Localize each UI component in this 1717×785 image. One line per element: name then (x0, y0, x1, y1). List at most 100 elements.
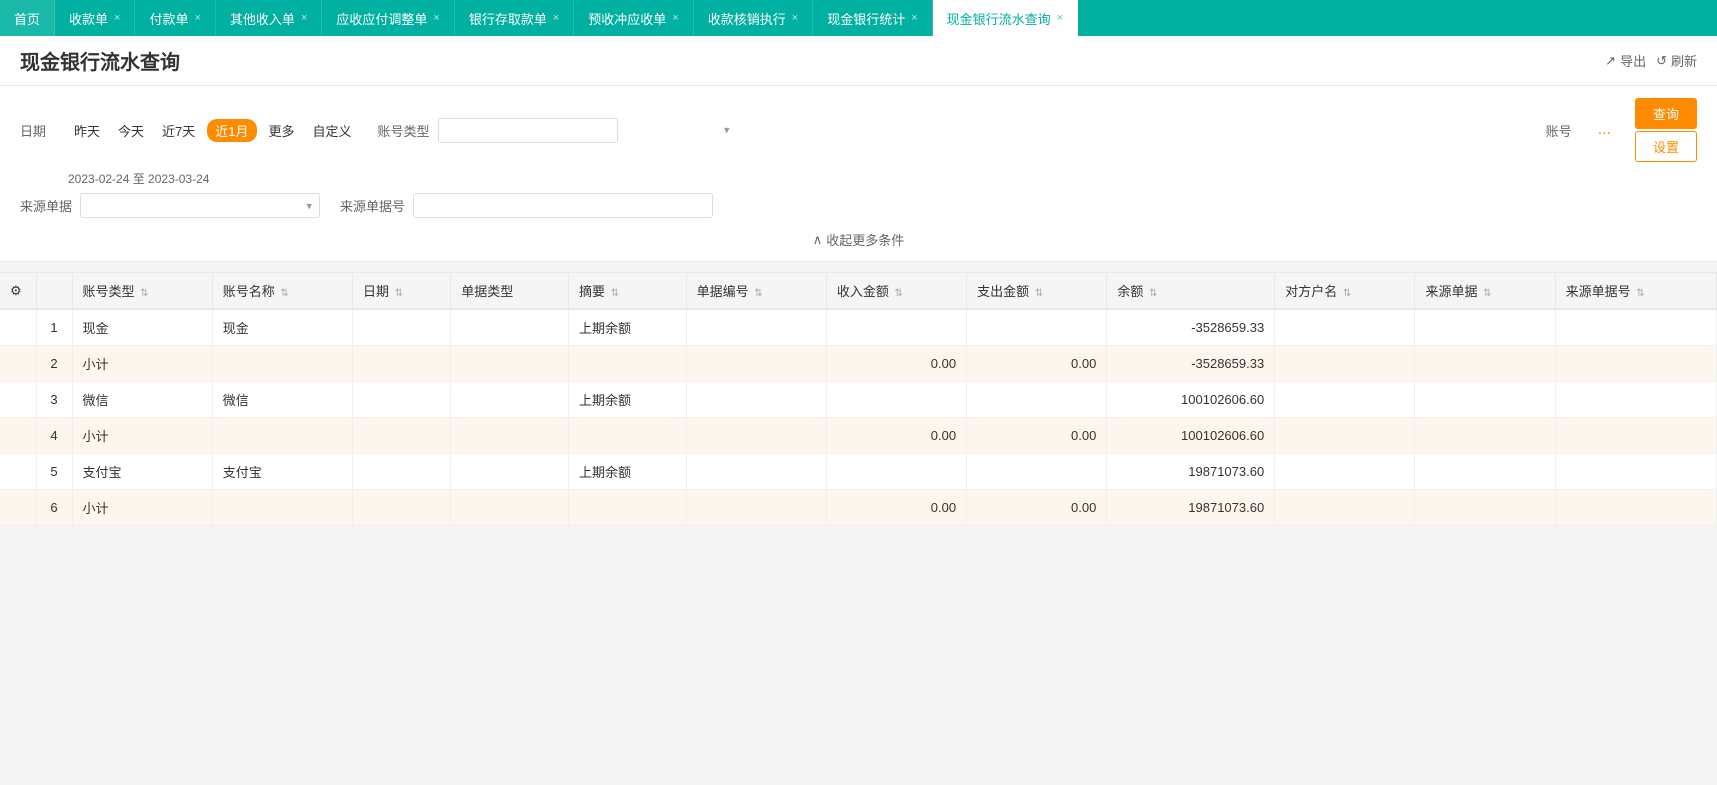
nav-item-收款核销执行[interactable]: 收款核销执行× (694, 0, 813, 36)
th-source-doc[interactable]: 来源单据 ⇅ (1415, 273, 1555, 310)
cell-account-name[interactable]: 支付宝 (212, 454, 352, 490)
source-doc-label: 来源单据 (20, 196, 72, 215)
cell-doc-type (451, 346, 569, 382)
cell-doc-type (451, 454, 569, 490)
cell-account-type: 小计 (72, 490, 212, 526)
table-gear-icon[interactable]: ⚙ (10, 283, 22, 298)
sort-date-icon: ⇅ (395, 288, 403, 299)
cell-doc-number (686, 490, 826, 526)
date-opt-1month[interactable]: 近1月 (207, 119, 256, 142)
th-doc-number[interactable]: 单据编号 ⇅ (686, 273, 826, 310)
nav-item-预收冲应收单[interactable]: 预收冲应收单× (574, 0, 693, 36)
row-checkbox (0, 346, 36, 382)
nav-item-收款单[interactable]: 收款单× (55, 0, 135, 36)
cell-income-amount (826, 454, 966, 490)
cell-summary: 上期余额 (568, 454, 686, 490)
th-doc-type[interactable]: 单据类型 (451, 273, 569, 310)
row-checkbox (0, 490, 36, 526)
cell-account-name (212, 490, 352, 526)
th-source-doc-num[interactable]: 来源单据号 ⇅ (1555, 273, 1716, 310)
cell-doc-number (686, 454, 826, 490)
nav-close-icon[interactable]: × (433, 12, 439, 24)
row-number: 4 (36, 418, 72, 454)
table-header: ⚙ 账号类型 ⇅ 账号名称 ⇅ 日期 ⇅ 单据类型 摘要 ⇅ 单据编号 ⇅ 收入… (0, 273, 1717, 310)
query-button[interactable]: 查询 (1635, 98, 1697, 129)
collapse-up-icon: ∧ (813, 232, 823, 248)
cell-income-amount: 0.00 (826, 418, 966, 454)
nav-close-icon[interactable]: × (911, 12, 917, 24)
row-number: 6 (36, 490, 72, 526)
nav-item-银行存取款单[interactable]: 银行存取款单× (455, 0, 574, 36)
nav-close-icon[interactable]: × (553, 12, 559, 24)
th-expense-amount[interactable]: 支出金额 ⇅ (967, 273, 1107, 310)
cell-account-name[interactable]: 微信 (212, 382, 352, 418)
collapse-bar[interactable]: ∧ 收起更多条件 (20, 226, 1697, 249)
cell-expense-amount: 0.00 (967, 418, 1107, 454)
nav-close-icon[interactable]: × (301, 12, 307, 24)
sort-doc-num-icon: ⇅ (754, 288, 762, 299)
export-button[interactable]: ↗ 导出 (1605, 51, 1646, 70)
refresh-button[interactable]: ↺ 刷新 (1656, 51, 1697, 70)
row-number: 1 (36, 309, 72, 346)
cell-source-doc (1415, 490, 1555, 526)
top-navigation: 首页收款单×付款单×其他收入单×应收应付调整单×银行存取款单×预收冲应收单×收款… (0, 0, 1717, 36)
date-opt-today[interactable]: 今天 (112, 119, 150, 142)
cell-income-amount (826, 309, 966, 346)
nav-close-icon[interactable]: × (114, 12, 120, 24)
nav-item-首页[interactable]: 首页 (0, 0, 55, 36)
th-account-name[interactable]: 账号名称 ⇅ (212, 273, 352, 310)
table-row: 4小计0.000.00100102606.60 (0, 418, 1717, 454)
th-settings[interactable]: ⚙ (0, 273, 36, 310)
sort-source-doc-num-icon: ⇅ (1636, 288, 1644, 299)
th-account-type[interactable]: 账号类型 ⇅ (72, 273, 212, 310)
cell-expense-amount: 0.00 (967, 346, 1107, 382)
source-doc-filter-group: 来源单据 ▾ (20, 193, 320, 218)
cell-summary (568, 490, 686, 526)
nav-close-icon[interactable]: × (792, 12, 798, 24)
th-summary[interactable]: 摘要 ⇅ (568, 273, 686, 310)
source-doc-select[interactable] (80, 193, 320, 218)
date-opt-custom[interactable]: 自定义 (307, 119, 358, 142)
cell-account-name[interactable]: 现金 (212, 309, 352, 346)
cell-date (352, 454, 450, 490)
nav-item-现金银行流水查询[interactable]: 现金银行流水查询× (933, 0, 1078, 36)
account-type-select[interactable] (438, 118, 618, 143)
cell-summary (568, 418, 686, 454)
account-dots-button[interactable]: ... (1594, 121, 1615, 139)
row-number: 2 (36, 346, 72, 382)
cell-doc-number (686, 382, 826, 418)
table-row: 3微信微信上期余额100102606.60 (0, 382, 1717, 418)
th-income-amount[interactable]: 收入金额 ⇅ (826, 273, 966, 310)
date-opt-7days[interactable]: 近7天 (156, 119, 201, 142)
cell-doc-number (686, 346, 826, 382)
nav-item-现金银行统计[interactable]: 现金银行统计× (813, 0, 932, 36)
row-number: 3 (36, 382, 72, 418)
th-row-num (36, 273, 72, 310)
source-doc-num-label: 来源单据号 (340, 196, 405, 215)
nav-close-icon[interactable]: × (1057, 12, 1063, 24)
date-opt-yesterday[interactable]: 昨天 (68, 119, 106, 142)
nav-item-其他收入单[interactable]: 其他收入单× (216, 0, 322, 36)
th-balance[interactable]: 余额 ⇅ (1107, 273, 1275, 310)
cell-account-type: 支付宝 (72, 454, 212, 490)
settings-button[interactable]: 设置 (1635, 131, 1697, 162)
source-doc-select-wrapper: ▾ (80, 193, 320, 218)
filter-area: 日期 昨天 今天 近7天 近1月 更多 自定义 账号类型 ▾ 账号 ... (0, 86, 1717, 262)
source-doc-num-input[interactable] (413, 193, 713, 218)
cell-balance: 19871073.60 (1107, 454, 1275, 490)
cell-source-doc-num (1555, 454, 1716, 490)
cell-doc-type (451, 418, 569, 454)
account-type-select-wrapper: ▾ (438, 118, 738, 143)
date-opt-more[interactable]: 更多 (263, 119, 301, 142)
cell-counter-party (1275, 418, 1415, 454)
cell-counter-party (1275, 309, 1415, 346)
cell-account-type: 微信 (72, 382, 212, 418)
th-date[interactable]: 日期 ⇅ (352, 273, 450, 310)
nav-item-付款单[interactable]: 付款单× (135, 0, 215, 36)
th-counter-party[interactable]: 对方户名 ⇅ (1275, 273, 1415, 310)
nav-close-icon[interactable]: × (672, 12, 678, 24)
nav-close-icon[interactable]: × (194, 12, 200, 24)
account-type-arrow-icon: ▾ (724, 124, 730, 137)
cell-source-doc-num (1555, 418, 1716, 454)
nav-item-应收应付调整单[interactable]: 应收应付调整单× (322, 0, 454, 36)
